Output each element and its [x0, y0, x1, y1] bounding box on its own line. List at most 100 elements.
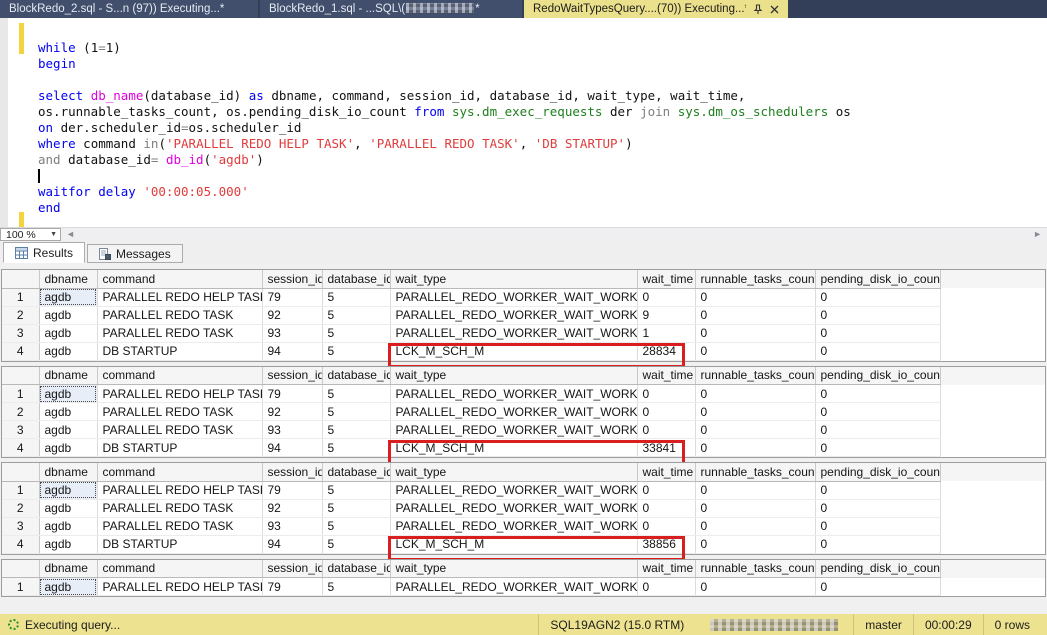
grid-cell[interactable]: PARALLEL REDO HELP TASK	[97, 384, 263, 403]
grid-cell[interactable]: 94	[262, 438, 323, 457]
row-number[interactable]: 2	[2, 306, 40, 325]
row-number[interactable]: 4	[2, 535, 40, 554]
grid-cell[interactable]: 5	[322, 306, 391, 325]
column-header-runnable_tasks_count[interactable]: runnable_tasks_count	[695, 559, 816, 578]
code-line[interactable]: while (1=1)	[38, 40, 851, 56]
grid-cell[interactable]: 0	[815, 402, 941, 421]
grid-cell[interactable]: 0	[815, 342, 941, 361]
grid-corner-cell[interactable]	[2, 559, 40, 578]
grid-cell[interactable]: 0	[815, 499, 941, 518]
grid-cell[interactable]: PARALLEL REDO TASK	[97, 499, 263, 518]
row-number[interactable]: 1	[2, 577, 40, 596]
column-header-pending_disk_io_count[interactable]: pending_disk_io_count	[815, 270, 941, 289]
grid-cell[interactable]: 79	[262, 481, 323, 500]
code-line[interactable]: select db_name(database_id) as dbname, c…	[38, 88, 851, 104]
column-header-pending_disk_io_count[interactable]: pending_disk_io_count	[815, 559, 941, 578]
grid-cell[interactable]: 33841	[637, 438, 696, 457]
grid-cell[interactable]: agdb	[39, 324, 98, 343]
grid-cell[interactable]: PARALLEL_REDO_WORKER_WAIT_WORK	[390, 577, 638, 596]
grid-cell[interactable]: 5	[322, 420, 391, 439]
grid-cell[interactable]: 0	[695, 577, 816, 596]
grid-cell[interactable]: 5	[322, 517, 391, 536]
grid-cell[interactable]: DB STARTUP	[97, 342, 263, 361]
grid-cell[interactable]: agdb	[39, 517, 98, 536]
grid-cell[interactable]: 92	[262, 306, 323, 325]
code-line[interactable]: os.runnable_tasks_count, os.pending_disk…	[38, 104, 851, 120]
grid-cell[interactable]: LCK_M_SCH_M	[390, 535, 638, 554]
row-number[interactable]: 4	[2, 342, 40, 361]
column-header-database_id[interactable]: database_id	[322, 463, 391, 482]
row-number[interactable]: 2	[2, 499, 40, 518]
grid-cell[interactable]: 5	[322, 438, 391, 457]
column-header-wait_type[interactable]: wait_type	[390, 366, 638, 385]
grid-cell[interactable]: 79	[262, 384, 323, 403]
grid-cell[interactable]: 0	[637, 420, 696, 439]
zoom-level-dropdown[interactable]: 100 % ▼	[0, 228, 61, 241]
code-line[interactable]	[38, 72, 851, 88]
grid-cell[interactable]: PARALLEL REDO HELP TASK	[97, 288, 263, 307]
grid-cell[interactable]: PARALLEL_REDO_WORKER_WAIT_WORK	[390, 402, 638, 421]
grid-cell[interactable]: 0	[815, 517, 941, 536]
column-header-database_id[interactable]: database_id	[322, 559, 391, 578]
grid-cell[interactable]: agdb	[39, 499, 98, 518]
grid-corner-cell[interactable]	[2, 463, 40, 482]
grid-cell[interactable]: 9	[637, 306, 696, 325]
code-area[interactable]: while (1=1) begin select db_name(database_…	[38, 40, 851, 216]
scroll-left-icon[interactable]: ◄	[66, 228, 75, 241]
horizontal-scrollbar[interactable]: ◄ ►	[61, 228, 1047, 241]
grid-cell[interactable]: PARALLEL REDO TASK	[97, 517, 263, 536]
grid-cell[interactable]: 0	[695, 384, 816, 403]
grid-cell[interactable]: 0	[637, 402, 696, 421]
column-header-wait_type[interactable]: wait_type	[390, 559, 638, 578]
column-header-session_id[interactable]: session_id	[262, 559, 323, 578]
code-line[interactable]: and database_id= db_id('agdb')	[38, 152, 851, 168]
column-header-wait_time[interactable]: wait_time	[637, 559, 696, 578]
grid-cell[interactable]: 0	[815, 324, 941, 343]
tab-redowaittypesquery-active[interactable]: RedoWaitTypesQuery....(70)) Executing...…	[524, 0, 788, 18]
column-header-pending_disk_io_count[interactable]: pending_disk_io_count	[815, 463, 941, 482]
row-number[interactable]: 3	[2, 324, 40, 343]
grid-cell[interactable]: 93	[262, 517, 323, 536]
grid-cell[interactable]: PARALLEL_REDO_WORKER_WAIT_WORK	[390, 420, 638, 439]
grid-cell[interactable]: agdb	[39, 384, 98, 403]
grid-cell[interactable]: LCK_M_SCH_M	[390, 342, 638, 361]
tab-blockredo2[interactable]: BlockRedo_2.sql - S...n (97)) Executing.…	[0, 0, 258, 18]
grid-cell[interactable]: 0	[815, 535, 941, 554]
grid-cell[interactable]: 0	[695, 402, 816, 421]
row-number[interactable]: 1	[2, 481, 40, 500]
grid-cell[interactable]: PARALLEL REDO TASK	[97, 306, 263, 325]
grid-cell[interactable]: agdb	[39, 420, 98, 439]
grid-cell[interactable]: PARALLEL_REDO_WORKER_WAIT_WORK	[390, 499, 638, 518]
column-header-wait_time[interactable]: wait_time	[637, 270, 696, 289]
grid-cell[interactable]: 0	[815, 577, 941, 596]
grid-cell[interactable]: PARALLEL_REDO_WORKER_WAIT_WORK	[390, 288, 638, 307]
grid-cell[interactable]: 1	[637, 324, 696, 343]
tab-results[interactable]: Results	[3, 242, 86, 263]
column-header-runnable_tasks_count[interactable]: runnable_tasks_count	[695, 463, 816, 482]
grid-cell[interactable]: agdb	[39, 288, 98, 307]
column-header-command[interactable]: command	[97, 463, 263, 482]
grid-cell[interactable]: 5	[322, 481, 391, 500]
grid-cell[interactable]: 38856	[637, 535, 696, 554]
column-header-wait_type[interactable]: wait_type	[390, 463, 638, 482]
grid-cell[interactable]: 0	[815, 438, 941, 457]
grid-cell[interactable]: 0	[695, 288, 816, 307]
code-line[interactable]: waitfor delay '00:00:05.000'	[38, 184, 851, 200]
grid-cell[interactable]: 92	[262, 499, 323, 518]
grid-cell[interactable]: 0	[815, 420, 941, 439]
scroll-right-icon[interactable]: ►	[1033, 228, 1042, 241]
column-header-dbname[interactable]: dbname	[39, 463, 98, 482]
code-line[interactable]: end	[38, 200, 851, 216]
grid-cell[interactable]: agdb	[39, 577, 98, 596]
grid-cell[interactable]: DB STARTUP	[97, 535, 263, 554]
column-header-runnable_tasks_count[interactable]: runnable_tasks_count	[695, 366, 816, 385]
grid-cell[interactable]: 0	[637, 481, 696, 500]
grid-cell[interactable]: 0	[637, 384, 696, 403]
grid-cell[interactable]: 94	[262, 535, 323, 554]
column-header-session_id[interactable]: session_id	[262, 463, 323, 482]
tab-blockredo1[interactable]: BlockRedo_1.sql - ...SQL\(*	[260, 0, 522, 18]
grid-cell[interactable]: 0	[695, 517, 816, 536]
column-header-dbname[interactable]: dbname	[39, 559, 98, 578]
grid-cell[interactable]: agdb	[39, 481, 98, 500]
grid-corner-cell[interactable]	[2, 366, 40, 385]
